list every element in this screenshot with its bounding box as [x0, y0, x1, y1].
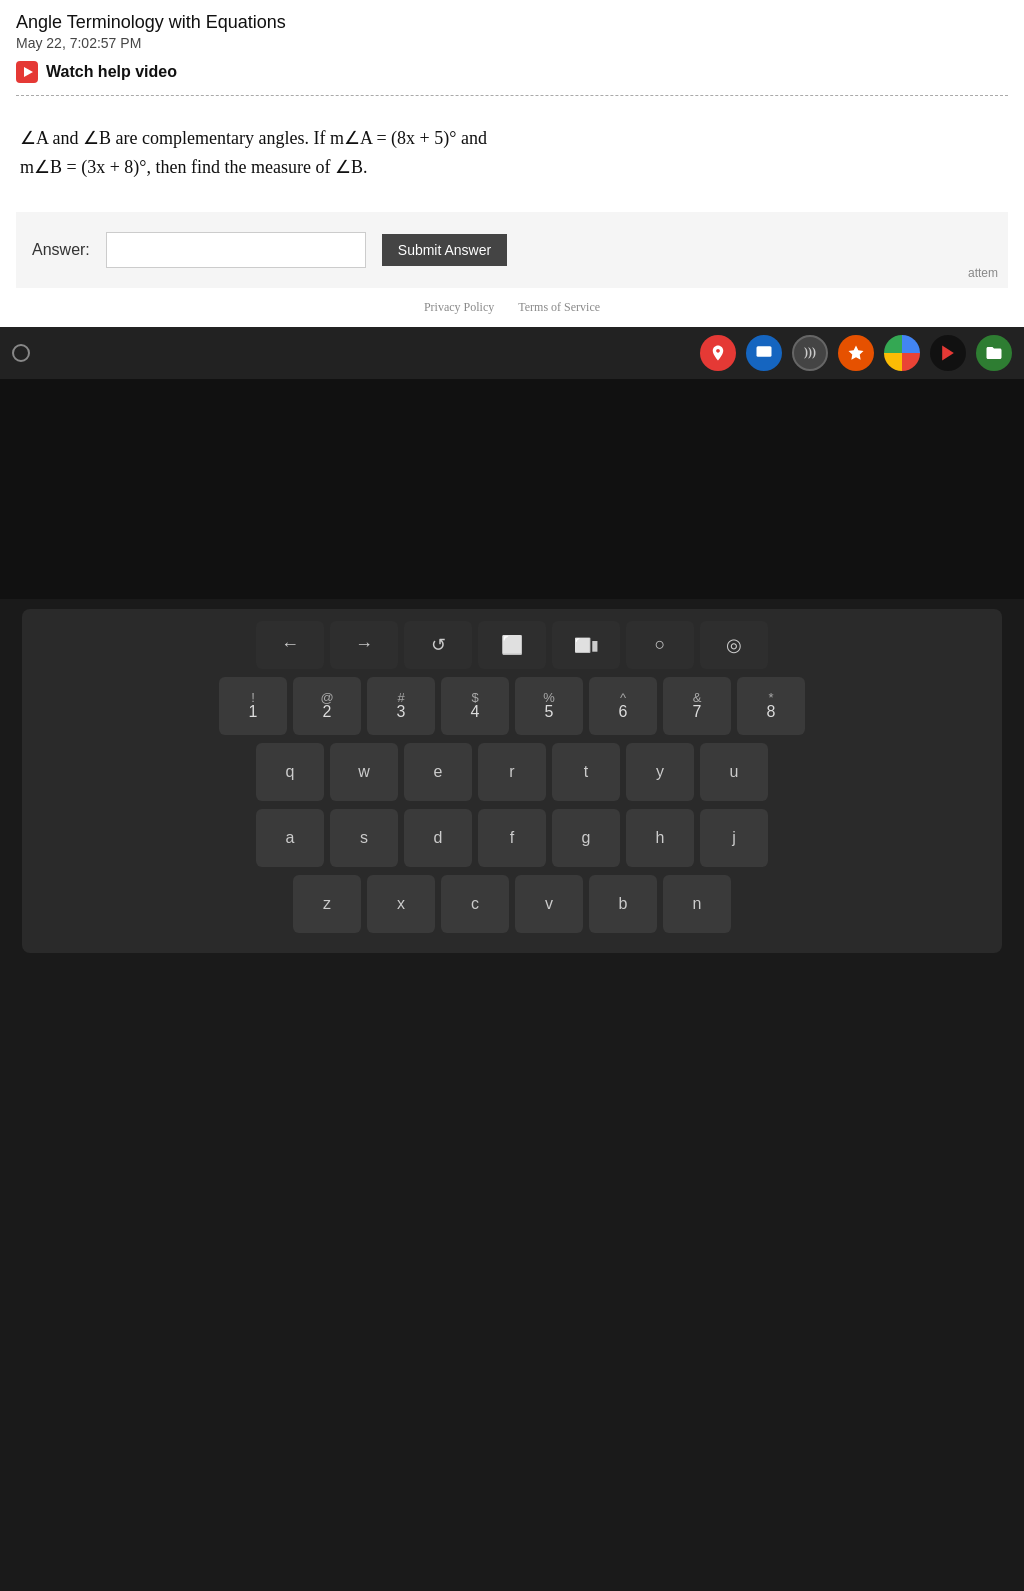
key-6[interactable]: ^ 6 [589, 677, 657, 735]
key-y[interactable]: y [626, 743, 694, 801]
svg-rect-0 [757, 346, 772, 357]
taskbar-icon-2[interactable] [746, 335, 782, 371]
asdf-row: a s d f g h j [30, 809, 994, 867]
key-e[interactable]: e [404, 743, 472, 801]
watch-help-label: Watch help video [46, 63, 177, 81]
key-refresh[interactable]: ↺ [404, 621, 472, 669]
key-h[interactable]: h [626, 809, 694, 867]
taskbar-icon-3[interactable]: ))) [792, 335, 828, 371]
answer-input[interactable] [106, 232, 366, 268]
keyboard: ← → ↺ ⬜ ⬜▮ ○ ◎ ! 1 @ 2 # 3 $ 4 [22, 609, 1002, 953]
key-2[interactable]: @ 2 [293, 677, 361, 735]
key-q[interactable]: q [256, 743, 324, 801]
footer: Privacy Policy Terms of Service [0, 288, 1024, 327]
page-title: Angle Terminology with Equations [16, 12, 1008, 33]
key-brightness-up[interactable]: ◎ [700, 621, 768, 669]
key-5[interactable]: % 5 [515, 677, 583, 735]
key-3[interactable]: # 3 [367, 677, 435, 735]
zxcv-row: z x c v b n [30, 875, 994, 933]
key-n[interactable]: n [663, 875, 731, 933]
key-brightness-down[interactable]: ○ [626, 621, 694, 669]
number-row: ! 1 @ 2 # 3 $ 4 % 5 ^ 6 [30, 677, 994, 735]
taskbar-icon-chrome[interactable] [884, 335, 920, 371]
key-4[interactable]: $ 4 [441, 677, 509, 735]
key-s[interactable]: s [330, 809, 398, 867]
key-x[interactable]: x [367, 875, 435, 933]
attempt-text: attem [968, 266, 998, 280]
key-a[interactable]: a [256, 809, 324, 867]
taskbar-icons: ))) [700, 335, 1012, 371]
key-forward[interactable]: → [330, 621, 398, 669]
key-fullscreen[interactable]: ⬜ [478, 621, 546, 669]
key-1[interactable]: ! 1 [219, 677, 287, 735]
key-t[interactable]: t [552, 743, 620, 801]
browser-content: Angle Terminology with Equations May 22,… [0, 0, 1024, 288]
key-c[interactable]: c [441, 875, 509, 933]
key-7[interactable]: & 7 [663, 677, 731, 735]
key-8[interactable]: * 8 [737, 677, 805, 735]
watch-help-button[interactable]: Watch help video [16, 61, 1008, 83]
key-g[interactable]: g [552, 809, 620, 867]
answer-section: Answer: Submit Answer attem [16, 212, 1008, 288]
svg-marker-1 [942, 345, 954, 360]
answer-label: Answer: [32, 241, 90, 259]
terms-of-service-link[interactable]: Terms of Service [518, 300, 600, 314]
key-back[interactable]: ← [256, 621, 324, 669]
key-b[interactable]: b [589, 875, 657, 933]
function-row: ← → ↺ ⬜ ⬜▮ ○ ◎ [30, 621, 994, 669]
privacy-policy-link[interactable]: Privacy Policy [424, 300, 494, 314]
taskbar-icon-files[interactable] [976, 335, 1012, 371]
taskbar-icon-play[interactable] [930, 335, 966, 371]
dark-screen-area [0, 379, 1024, 599]
taskbar-icon-4[interactable] [838, 335, 874, 371]
home-button[interactable] [12, 344, 30, 362]
key-f[interactable]: f [478, 809, 546, 867]
question-line1: ∠A and ∠B are complementary angles. If m… [20, 128, 487, 148]
keyboard-area: ← → ↺ ⬜ ⬜▮ ○ ◎ ! 1 @ 2 # 3 $ 4 [0, 599, 1024, 993]
question-text: ∠A and ∠B are complementary angles. If m… [20, 124, 1004, 182]
key-u[interactable]: u [700, 743, 768, 801]
timestamp: May 22, 7:02:57 PM [16, 35, 1008, 51]
question-area: ∠A and ∠B are complementary angles. If m… [16, 116, 1008, 202]
video-play-icon [16, 61, 38, 83]
section-divider [16, 95, 1008, 96]
question-line2: m∠B = (3x + 8)°, then find the measure o… [20, 157, 367, 177]
key-r[interactable]: r [478, 743, 546, 801]
key-w[interactable]: w [330, 743, 398, 801]
taskbar: ))) [0, 327, 1024, 379]
key-d[interactable]: d [404, 809, 472, 867]
key-window[interactable]: ⬜▮ [552, 621, 620, 669]
taskbar-icon-1[interactable] [700, 335, 736, 371]
key-z[interactable]: z [293, 875, 361, 933]
key-j[interactable]: j [700, 809, 768, 867]
submit-answer-button[interactable]: Submit Answer [382, 234, 507, 266]
key-v[interactable]: v [515, 875, 583, 933]
qwerty-row: q w e r t y u [30, 743, 994, 801]
